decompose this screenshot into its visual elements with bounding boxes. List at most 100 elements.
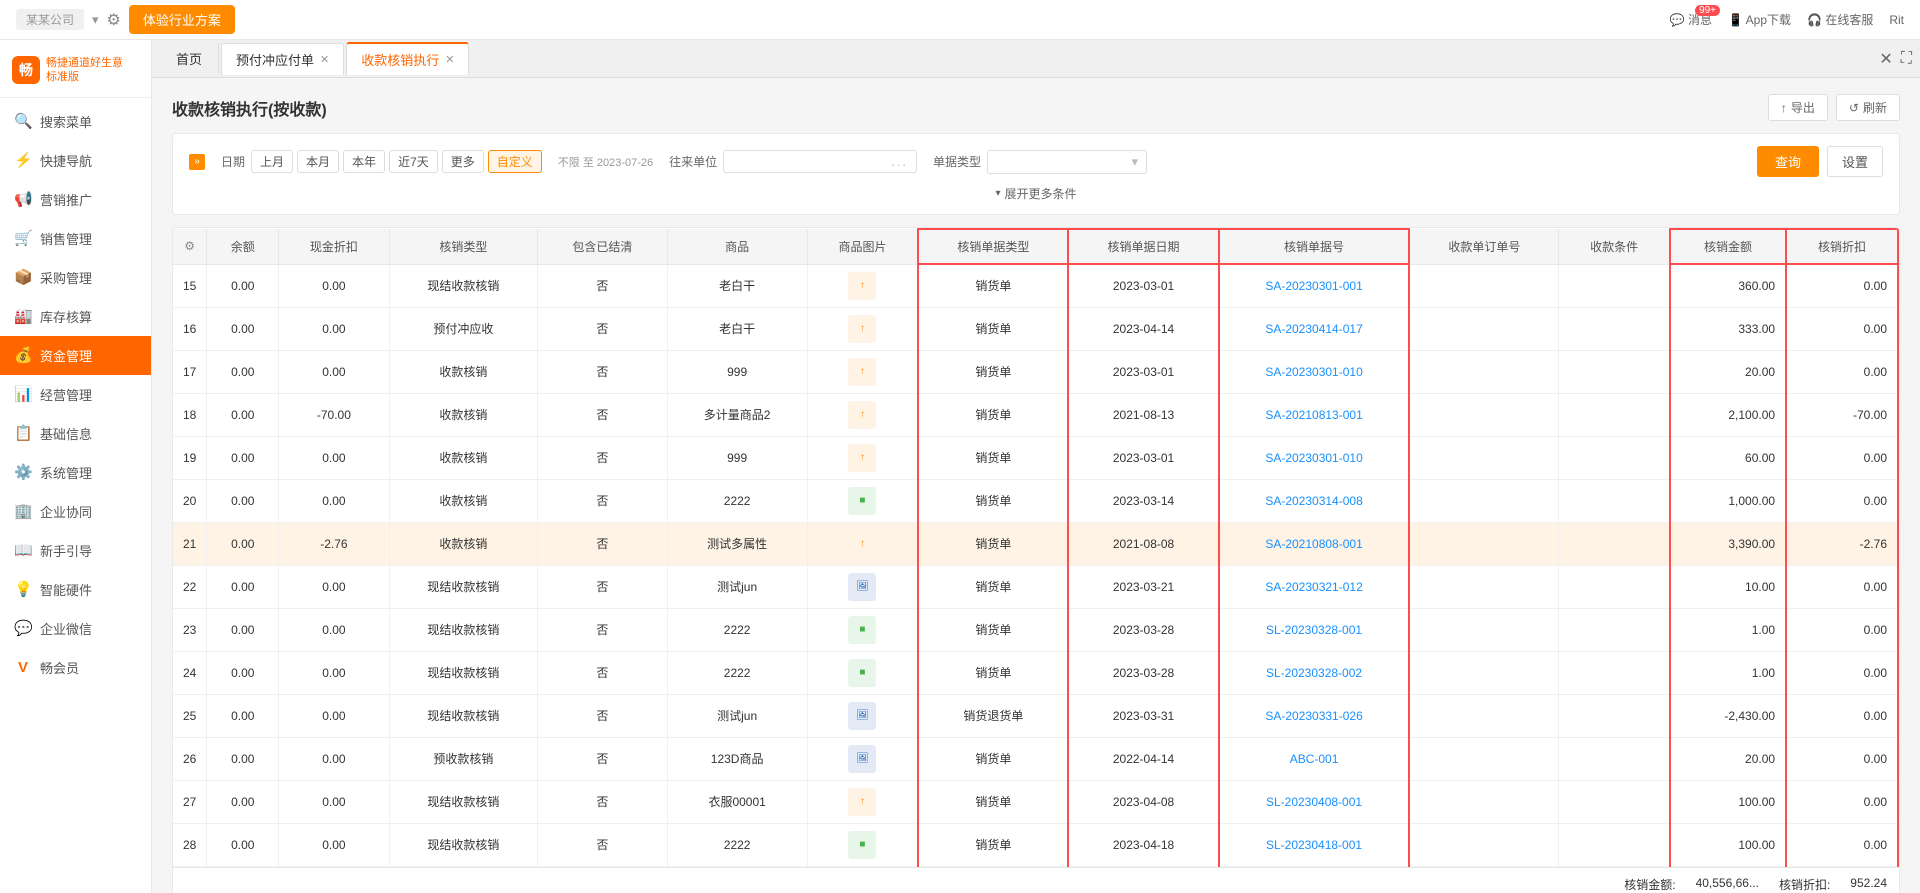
tab-home[interactable]: 首页 <box>160 43 219 74</box>
column-settings-icon[interactable]: ⚙ <box>184 239 195 253</box>
cell-verify-amount: 333.00 <box>1670 307 1786 350</box>
date-btn-custom[interactable]: 自定义 <box>488 150 542 173</box>
settings-icon[interactable]: ⚙ <box>107 10 121 30</box>
sidebar-item-system[interactable]: ⚙️ 系统管理 <box>0 453 151 492</box>
date-btn-this-year[interactable]: 本年 <box>343 150 385 173</box>
sidebar-item-business[interactable]: 📊 经营管理 <box>0 375 151 414</box>
sidebar-item-enterprise[interactable]: 🏢 企业协同 <box>0 492 151 531</box>
sidebar-item-vip[interactable]: V 畅会员 <box>0 648 151 687</box>
collapse-arrow-button[interactable]: » <box>189 154 205 170</box>
date-btn-last-7d[interactable]: 近7天 <box>389 150 438 173</box>
setting-button[interactable]: 设置 <box>1827 146 1883 177</box>
th-receipt-order-no: 收款单订单号 <box>1409 229 1558 264</box>
cell-cash-discount: 0.00 <box>279 780 389 823</box>
cell-receipt-order-no <box>1409 651 1558 694</box>
sidebar-item-quick-nav[interactable]: ⚡ 快捷导航 <box>0 141 151 180</box>
receipt-type-label: 单据类型 <box>933 153 981 170</box>
sidebar-item-finance[interactable]: 💰 资金管理 <box>0 336 151 375</box>
sidebar-item-sales[interactable]: 🛒 销售管理 <box>0 219 151 258</box>
tab-prepaid[interactable]: 预付冲应付单 ✕ <box>221 43 344 75</box>
expand-more-button[interactable]: ▾ 展开更多条件 <box>189 185 1883 202</box>
verify-doc-link[interactable]: SA-20230301-010 <box>1265 365 1362 379</box>
date-btn-this-month[interactable]: 本月 <box>297 150 339 173</box>
sidebar-item-inventory[interactable]: 🏭 库存核算 <box>0 297 151 336</box>
cell-balance: 0.00 <box>207 522 279 565</box>
receipt-type-arrow: ▾ <box>1132 154 1139 170</box>
message-count: 99+ <box>1695 5 1720 16</box>
product-image-thumb: ■ <box>848 831 876 859</box>
export-button[interactable]: ↑ 导出 <box>1768 94 1828 121</box>
product-image-thumb: ↑ <box>848 358 876 386</box>
tab-prepaid-close[interactable]: ✕ <box>320 53 329 66</box>
trial-button[interactable]: 体验行业方案 <box>129 5 235 34</box>
verify-doc-link[interactable]: SA-20210808-001 <box>1265 537 1362 551</box>
from-unit-input[interactable] <box>732 155 887 169</box>
filter-from-unit: 往来单位 ... <box>669 150 917 173</box>
verify-doc-link[interactable]: SA-20210813-001 <box>1265 408 1362 422</box>
cell-no: 15 <box>173 264 207 307</box>
cell-verify-discount: -2.76 <box>1786 522 1898 565</box>
app-download-button[interactable]: 📱 App下载 <box>1728 11 1791 28</box>
filter-area: » 日期 上月 本月 本年 近7天 更多 自定义 不限 至 2023-07-26 <box>172 133 1900 215</box>
cell-verify-doc-no: SL-20230418-001 <box>1219 823 1410 866</box>
table-row: 26 0.00 0.00 预收款核销 否 123D商品 🖼 销货单 2022-0… <box>173 737 1898 780</box>
cell-verify-doc-type: 销货单 <box>918 350 1068 393</box>
verify-doc-link[interactable]: SA-20230414-017 <box>1265 322 1362 336</box>
sidebar-item-wechat[interactable]: 💬 企业微信 <box>0 609 151 648</box>
tab-expand-btn[interactable]: ⛶ <box>1901 50 1912 68</box>
verify-doc-link[interactable]: ABC-001 <box>1290 752 1339 766</box>
cell-verify-doc-type: 销货退货单 <box>918 694 1068 737</box>
cell-verify-type: 现结收款核销 <box>389 651 538 694</box>
sidebar-item-guide[interactable]: 📖 新手引导 <box>0 531 151 570</box>
cell-verify-doc-type: 销货单 <box>918 737 1068 780</box>
cell-verify-doc-type: 销货单 <box>918 651 1068 694</box>
company-dropdown-icon[interactable]: ▾ <box>92 12 99 28</box>
tab-receivable-close[interactable]: ✕ <box>445 53 454 66</box>
online-service-button[interactable]: 🎧 在线客服 <box>1807 11 1873 28</box>
table-row: 24 0.00 0.00 现结收款核销 否 2222 ■ 销货单 2023-03… <box>173 651 1898 694</box>
tab-close-btn[interactable]: ✕ <box>1879 49 1892 69</box>
cell-verify-discount: 0.00 <box>1786 823 1898 866</box>
sales-icon: 🛒 <box>14 229 32 247</box>
table-scroll[interactable]: ⚙ 余额 现金折扣 核销类型 包含已结清 商品 商品图片 核销单据类型 核销单据… <box>173 228 1899 867</box>
cell-receipt-condition <box>1559 694 1670 737</box>
user-name[interactable]: Rit <box>1889 13 1904 27</box>
cell-receipt-order-no <box>1409 479 1558 522</box>
sidebar-item-purchase[interactable]: 📦 采购管理 <box>0 258 151 297</box>
cell-verify-doc-date: 2023-04-18 <box>1068 823 1218 866</box>
cell-receipt-order-no <box>1409 694 1558 737</box>
cell-include-settled: 否 <box>538 608 667 651</box>
th-settings[interactable]: ⚙ <box>173 229 207 264</box>
table-row: 18 0.00 -70.00 收款核销 否 多计量商品2 ↑ 销货单 2021-… <box>173 393 1898 436</box>
verify-doc-link[interactable]: SA-20230301-001 <box>1265 279 1362 293</box>
company-selector[interactable]: 某某公司 <box>16 9 84 30</box>
quick-nav-icon: ⚡ <box>14 151 32 169</box>
verify-doc-link[interactable]: SA-20230321-012 <box>1265 580 1362 594</box>
sidebar-item-marketing[interactable]: 📢 营销推广 <box>0 180 151 219</box>
sidebar-item-basic[interactable]: 📋 基础信息 <box>0 414 151 453</box>
date-btn-last-month[interactable]: 上月 <box>251 150 293 173</box>
from-unit-input-wrap[interactable]: ... <box>723 150 917 173</box>
receipt-type-select[interactable]: ▾ <box>987 150 1147 174</box>
tab-bar-right: ✕ ⛶ <box>1879 49 1912 69</box>
cell-product-image: ↑ <box>807 522 918 565</box>
verify-doc-link[interactable]: SL-20230328-001 <box>1266 623 1362 637</box>
verify-doc-link[interactable]: SA-20230331-026 <box>1265 709 1362 723</box>
verify-doc-link[interactable]: SA-20230301-010 <box>1265 451 1362 465</box>
refresh-button[interactable]: ↺ 刷新 <box>1836 94 1900 121</box>
total-amount-value: 40,556,66... <box>1696 876 1759 893</box>
product-image-thumb: ■ <box>848 659 876 687</box>
query-button[interactable]: 查询 <box>1757 146 1819 177</box>
message-button[interactable]: 💬 消息 99+ <box>1670 11 1712 28</box>
cell-balance: 0.00 <box>207 651 279 694</box>
date-btn-more[interactable]: 更多 <box>442 150 484 173</box>
verify-doc-link[interactable]: SL-20230408-001 <box>1266 795 1362 809</box>
tab-receivable[interactable]: 收款核销执行 ✕ <box>346 42 469 75</box>
verify-doc-link[interactable]: SL-20230418-001 <box>1266 838 1362 852</box>
verify-doc-link[interactable]: SL-20230328-002 <box>1266 666 1362 680</box>
sidebar-item-hardware[interactable]: 💡 智能硬件 <box>0 570 151 609</box>
cell-verify-type: 现结收款核销 <box>389 565 538 608</box>
app-download-icon: 📱 <box>1728 13 1743 27</box>
sidebar-item-search[interactable]: 🔍 搜索菜单 <box>0 102 151 141</box>
verify-doc-link[interactable]: SA-20230314-008 <box>1265 494 1362 508</box>
